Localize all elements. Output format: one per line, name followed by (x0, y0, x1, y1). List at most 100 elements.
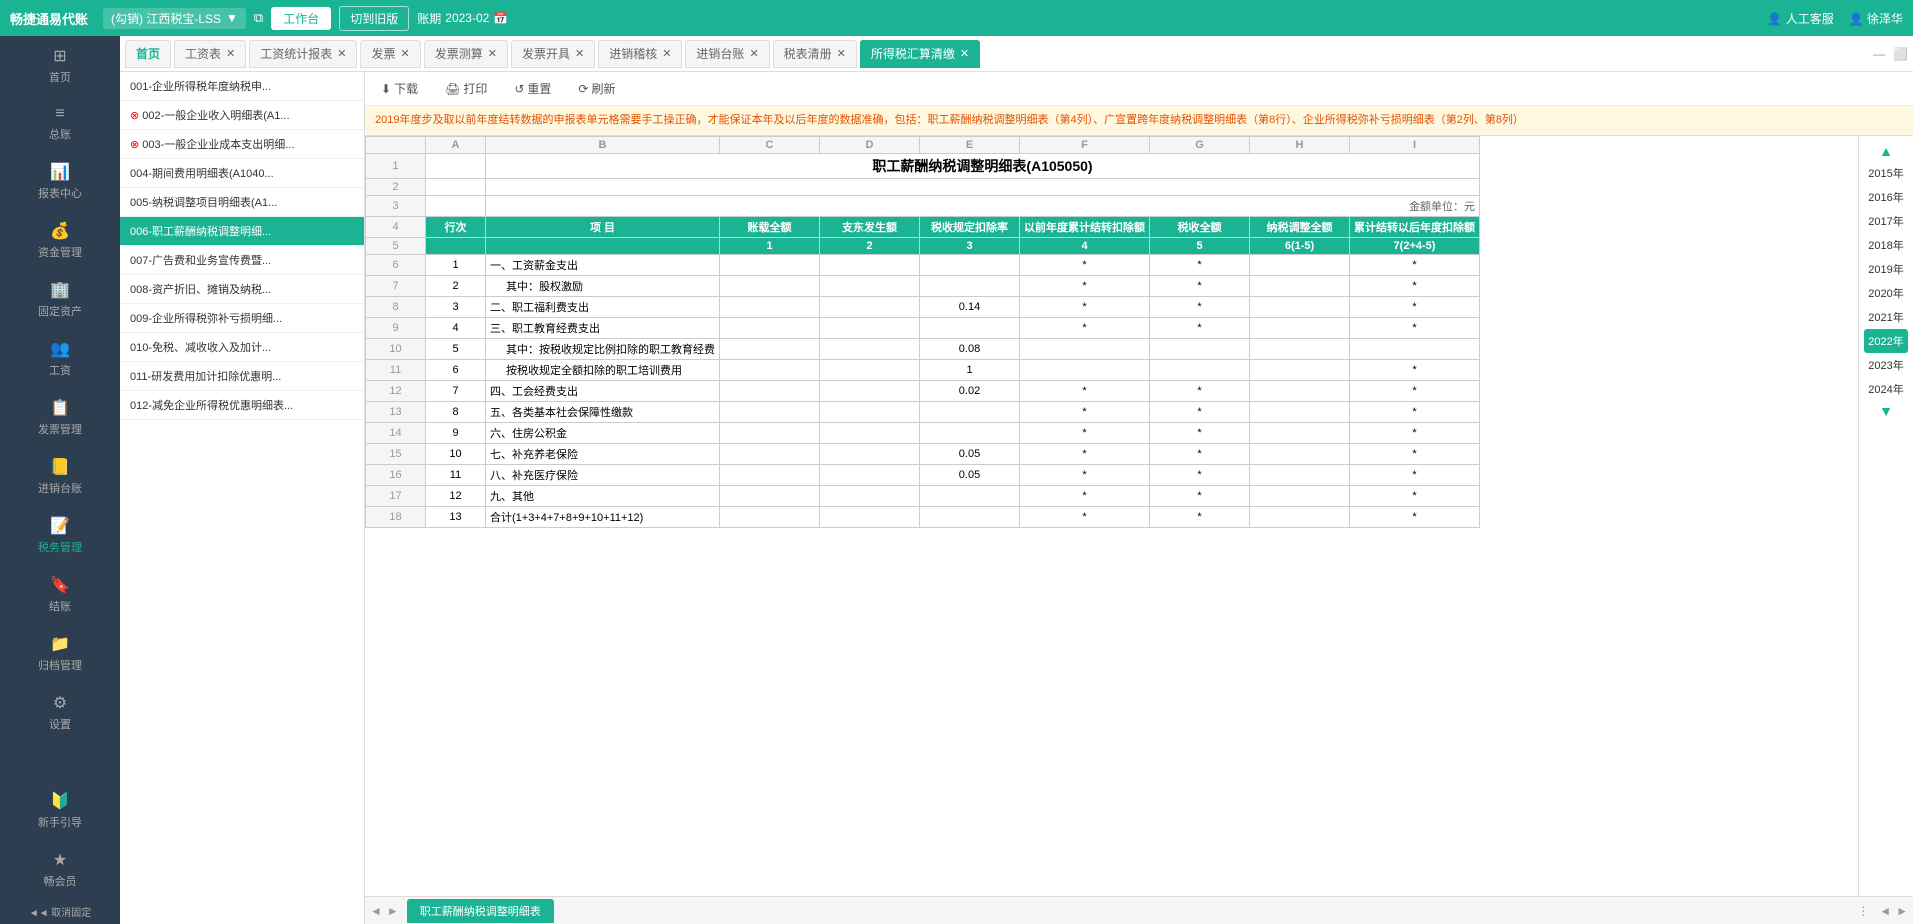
cell-i[interactable]: * (1350, 317, 1480, 338)
cell-h[interactable] (1250, 506, 1350, 527)
tab-income-tax[interactable]: 所得税汇算清缴 ✕ (860, 40, 980, 68)
sidebar-item-member[interactable]: ★ 畅会员 (0, 840, 120, 899)
cell-f[interactable]: * (1020, 275, 1150, 296)
year-2016[interactable]: 2016年 (1864, 185, 1908, 209)
cell-g[interactable] (1150, 338, 1250, 359)
tab-close-icon[interactable]: ✕ (401, 47, 410, 60)
scroll-right-btn[interactable]: ► (387, 904, 399, 918)
cell-h[interactable] (1250, 443, 1350, 464)
cell-label[interactable]: 五、各类基本社会保障性缴款 (486, 401, 720, 422)
sidebar-item-salary[interactable]: 👥 工资 (0, 329, 120, 388)
tab-home[interactable]: 首页 (125, 40, 171, 68)
cell-f[interactable]: * (1020, 443, 1150, 464)
cancel-fixed-btn[interactable]: ◄◄ 取消固定 (29, 908, 92, 919)
workspace-button[interactable]: 工作台 (271, 7, 331, 30)
cell-label[interactable]: 七、补充养老保险 (486, 443, 720, 464)
tab-salary-table[interactable]: 工资表 ✕ (174, 40, 246, 68)
year-2022[interactable]: 2022年 (1864, 329, 1908, 353)
list-item-011[interactable]: 011-研发费用加计扣除优惠明... (120, 362, 364, 391)
cell-a3[interactable] (426, 195, 486, 216)
cell-seq[interactable]: 13 (426, 506, 486, 527)
cell-i[interactable]: * (1350, 359, 1480, 380)
cell-i[interactable]: * (1350, 296, 1480, 317)
cell-a1[interactable] (426, 153, 486, 178)
cell-seq[interactable]: 3 (426, 296, 486, 317)
tab-close-icon[interactable]: ✕ (488, 47, 497, 60)
cell-h[interactable] (1250, 359, 1350, 380)
list-item-009[interactable]: 009-企业所得税弥补亏损明细... (120, 304, 364, 333)
cell-label[interactable]: 九、其他 (486, 485, 720, 506)
cell-seq[interactable]: 9 (426, 422, 486, 443)
year-down-btn[interactable]: ▼ (1866, 401, 1906, 421)
cell-e[interactable]: 0.02 (920, 380, 1020, 401)
cell-c[interactable] (720, 506, 820, 527)
copy-icon[interactable]: ⧉ (254, 10, 263, 26)
year-up-btn[interactable]: ▲ (1866, 141, 1906, 161)
cell-seq[interactable]: 4 (426, 317, 486, 338)
tab-close-icon[interactable]: ✕ (837, 47, 846, 60)
year-2023[interactable]: 2023年 (1864, 353, 1908, 377)
cell-label[interactable]: 合计(1+3+4+7+8+9+10+11+12) (486, 506, 720, 527)
list-item-002[interactable]: ⊗002-一般企业收入明细表(A1... (120, 101, 364, 130)
cell-h[interactable] (1250, 254, 1350, 275)
cell-seq[interactable]: 6 (426, 359, 486, 380)
print-button[interactable]: 🖨 打印 (439, 77, 493, 100)
cell-f[interactable]: * (1020, 401, 1150, 422)
tab-ledger[interactable]: 进销台账 ✕ (685, 40, 769, 68)
cell-g[interactable]: * (1150, 380, 1250, 401)
cutover-button[interactable]: 切到旧版 (339, 6, 409, 31)
cell-e[interactable] (920, 485, 1020, 506)
cell-seq[interactable]: 7 (426, 380, 486, 401)
tab-salary-stats[interactable]: 工资统计报表 ✕ (249, 40, 357, 68)
cell-f[interactable]: * (1020, 380, 1150, 401)
human-service-link[interactable]: 👤 人工客服 (1767, 10, 1833, 27)
year-2018[interactable]: 2018年 (1864, 233, 1908, 257)
cell-seq[interactable]: 11 (426, 464, 486, 485)
cell-c[interactable] (720, 401, 820, 422)
cell-d[interactable] (820, 401, 920, 422)
cell-e[interactable]: 1 (920, 359, 1020, 380)
scroll-right-end-btn[interactable]: ◄ (1879, 904, 1891, 918)
cell-e[interactable]: 0.08 (920, 338, 1020, 359)
cell-c[interactable] (720, 464, 820, 485)
cell-g[interactable] (1150, 359, 1250, 380)
cell-h[interactable] (1250, 317, 1350, 338)
sheet-tab-active[interactable]: 职工薪酬纳税调整明细表 (407, 899, 554, 923)
cell-c[interactable] (720, 296, 820, 317)
cell-label[interactable]: 三、职工教育经费支出 (486, 317, 720, 338)
cell-g[interactable]: * (1150, 464, 1250, 485)
tab-menu-icon[interactable]: ⋮ (1857, 904, 1869, 918)
cell-d[interactable] (820, 359, 920, 380)
cell-h[interactable] (1250, 338, 1350, 359)
company-selector[interactable]: (勾销) 江西税宝-LSS ▼ (103, 8, 246, 29)
cell-g[interactable]: * (1150, 485, 1250, 506)
cell-e[interactable]: 0.05 (920, 464, 1020, 485)
cell-label[interactable]: 四、工会经费支出 (486, 380, 720, 401)
cell-label[interactable]: 八、补充医疗保险 (486, 464, 720, 485)
cell-label[interactable]: 一、工资薪金支出 (486, 254, 720, 275)
cell-g[interactable]: * (1150, 275, 1250, 296)
cell-a2[interactable] (426, 178, 486, 195)
cell-g[interactable]: * (1150, 443, 1250, 464)
cell-g[interactable]: * (1150, 254, 1250, 275)
cell-i[interactable] (1350, 338, 1480, 359)
cell-seq[interactable]: 8 (426, 401, 486, 422)
cell-c[interactable] (720, 317, 820, 338)
sidebar-item-guide[interactable]: 🔰 新手引导 (0, 781, 120, 840)
sidebar-item-funds[interactable]: 💰 资金管理 (0, 211, 120, 270)
cell-d[interactable] (820, 317, 920, 338)
list-item-008[interactable]: 008-资产折旧、摊销及纳税... (120, 275, 364, 304)
cell-h[interactable] (1250, 296, 1350, 317)
list-item-003[interactable]: ⊗003-一般企业业成本支出明细... (120, 130, 364, 159)
list-item-001[interactable]: 001-企业所得税年度纳税申... (120, 72, 364, 101)
cell-b2[interactable] (486, 178, 1480, 195)
cell-d[interactable] (820, 464, 920, 485)
sidebar-item-tax[interactable]: 📝 税务管理 (0, 506, 120, 565)
sidebar-item-home[interactable]: ⊞ 首页 (0, 36, 120, 95)
cell-seq[interactable]: 1 (426, 254, 486, 275)
sheet-container[interactable]: A B C D E F G H I (365, 136, 1858, 897)
cell-i[interactable]: * (1350, 380, 1480, 401)
cell-e[interactable]: 0.05 (920, 443, 1020, 464)
cell-i[interactable]: * (1350, 443, 1480, 464)
cell-c[interactable] (720, 254, 820, 275)
